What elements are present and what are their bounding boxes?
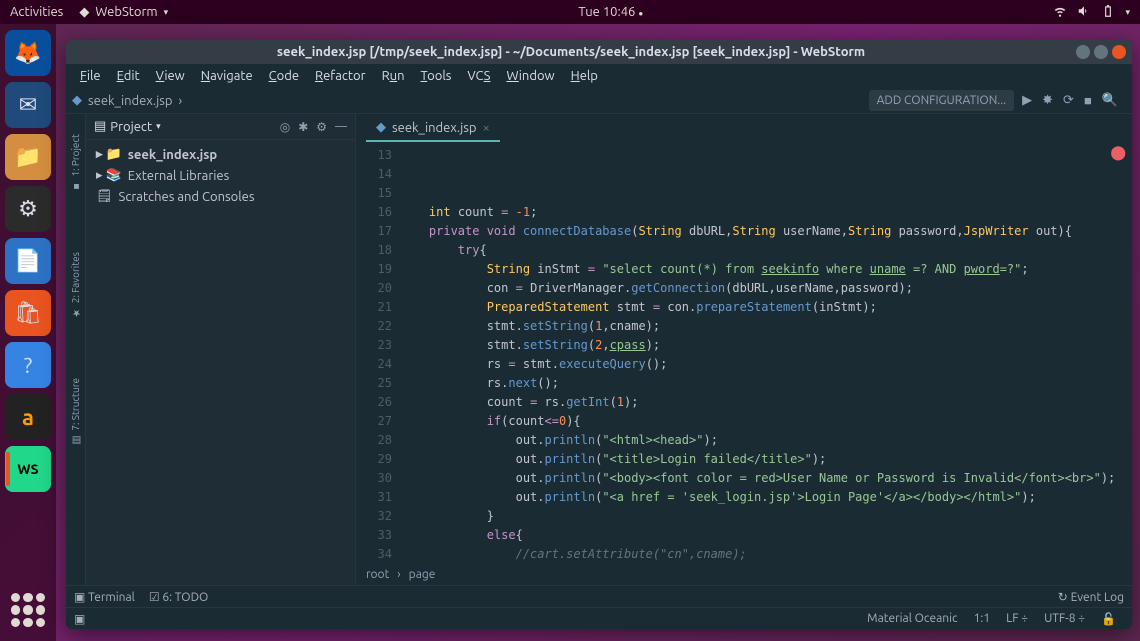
hide-icon[interactable]: — bbox=[335, 120, 347, 134]
status-caret-position[interactable]: 1:1 bbox=[966, 612, 999, 625]
menu-help[interactable]: Help bbox=[565, 67, 604, 85]
launcher-writer[interactable]: 📄 bbox=[5, 238, 51, 284]
window-title: seek_index.jsp [/tmp/seek_index.jsp] - ~… bbox=[66, 45, 1076, 59]
tree-label: External Libraries bbox=[128, 169, 230, 183]
collapse-icon[interactable]: ✱ bbox=[298, 120, 308, 134]
error-stripe-icon[interactable]: ⬤ bbox=[1110, 144, 1126, 163]
app-menu[interactable]: ◆ WebStorm ▾ bbox=[79, 5, 168, 20]
todo-tool-button[interactable]: ☑ 6: TODO bbox=[149, 590, 209, 604]
tool-project-button[interactable]: ■1: Project bbox=[70, 134, 81, 192]
code-editor[interactable]: ⬤ int count = -1; private void connectDa… bbox=[400, 142, 1132, 563]
show-applications-button[interactable] bbox=[11, 593, 45, 627]
editor-breadcrumbs: root › page bbox=[356, 563, 1132, 585]
project-tree-item[interactable]: ▸ 📁 seek_index.jsp bbox=[92, 144, 349, 165]
menu-window[interactable]: Window bbox=[500, 67, 560, 85]
chevron-down-icon[interactable]: ▾ bbox=[156, 121, 161, 132]
menu-tools[interactable]: Tools bbox=[415, 67, 458, 85]
settings-icon[interactable]: ⚙ bbox=[316, 120, 327, 134]
status-line-separator[interactable]: LF ÷ bbox=[998, 612, 1036, 625]
status-theme[interactable]: Material Oceanic bbox=[859, 612, 965, 625]
menu-code[interactable]: Code bbox=[263, 67, 305, 85]
launcher-files[interactable]: 📁 bbox=[5, 134, 51, 180]
tree-label: Scratches and Consoles bbox=[119, 190, 255, 204]
editor-tab[interactable]: ◆ seek_index.jsp × bbox=[366, 115, 500, 142]
ubuntu-top-bar: Activities ◆ WebStorm ▾ Tue 10:46 ● ▾ bbox=[0, 0, 1140, 24]
launcher-help[interactable]: ? bbox=[5, 342, 51, 388]
maximize-button[interactable] bbox=[1094, 45, 1108, 59]
window-title-bar[interactable]: seek_index.jsp [/tmp/seek_index.jsp] - ~… bbox=[66, 40, 1132, 64]
menu-vcs[interactable]: VCS bbox=[461, 67, 496, 85]
minimize-button[interactable] bbox=[1076, 45, 1090, 59]
launcher-firefox[interactable]: 🦊 bbox=[5, 30, 51, 76]
menu-run[interactable]: Run bbox=[376, 67, 411, 85]
tool-windows-toggle-icon[interactable]: ▣ bbox=[74, 612, 85, 626]
clock[interactable]: Tue 10:46 ● bbox=[168, 5, 1053, 19]
menu-view[interactable]: View bbox=[150, 67, 191, 85]
menu-file[interactable]: File bbox=[74, 67, 107, 85]
tree-icon: ▸ 📁 bbox=[96, 147, 122, 162]
ubuntu-launcher: 🦊 ✉ 📁 ⚙ 📄 🛍 ? a WS bbox=[0, 24, 56, 641]
launcher-software[interactable]: 🛍 bbox=[5, 290, 51, 336]
jsp-file-icon: ◆ bbox=[72, 93, 82, 108]
battery-icon[interactable] bbox=[1101, 4, 1115, 21]
locate-icon[interactable]: ◎ bbox=[280, 120, 290, 134]
debug-icon[interactable]: ✸ bbox=[1042, 93, 1053, 108]
tool-structure-button[interactable]: ▤7: Structure bbox=[70, 378, 81, 446]
stop-icon[interactable]: ■ bbox=[1084, 93, 1092, 108]
project-tree-item[interactable]: 🗒 Scratches and Consoles bbox=[92, 186, 349, 207]
tree-icon: 🗒 bbox=[96, 189, 113, 204]
chevron-right-icon: › bbox=[179, 94, 183, 108]
chevron-down-icon[interactable]: ▾ bbox=[1125, 7, 1130, 18]
search-icon[interactable]: 🔍 bbox=[1102, 93, 1118, 108]
terminal-tool-button[interactable]: ▣ Terminal bbox=[74, 590, 135, 604]
crumb-root[interactable]: root bbox=[366, 568, 389, 581]
breadcrumb-item[interactable]: seek_index.jsp bbox=[88, 94, 173, 108]
gutter-line-numbers: 1314151617181920212223242526272829303132… bbox=[356, 142, 400, 563]
status-bar: ▣ Material Oceanic 1:1 LF ÷ UTF-8 ÷ 🔓 bbox=[66, 607, 1132, 629]
launcher-rhythmbox[interactable]: ⚙ bbox=[5, 186, 51, 232]
menu-edit[interactable]: Edit bbox=[111, 67, 146, 85]
menu-refactor[interactable]: Refactor bbox=[309, 67, 372, 85]
navigation-bar: ◆ seek_index.jsp › ADD CONFIGURATION... … bbox=[66, 88, 1132, 114]
tool-window-stripe-left: ■1: Project ★2: Favorites ▤7: Structure bbox=[66, 114, 86, 585]
status-encoding[interactable]: UTF-8 ÷ bbox=[1036, 612, 1093, 625]
close-button[interactable] bbox=[1112, 45, 1126, 59]
tree-label: seek_index.jsp bbox=[128, 148, 217, 162]
add-configuration-button[interactable]: ADD CONFIGURATION... bbox=[869, 90, 1015, 111]
volume-icon[interactable] bbox=[1077, 4, 1091, 21]
tool-favorites-button[interactable]: ★2: Favorites bbox=[70, 252, 81, 318]
menu-navigate[interactable]: Navigate bbox=[195, 67, 259, 85]
jsp-file-icon: ◆ bbox=[376, 120, 386, 135]
webstorm-window: seek_index.jsp [/tmp/seek_index.jsp] - ~… bbox=[66, 40, 1132, 629]
chevron-right-icon: › bbox=[397, 568, 400, 581]
project-view-label[interactable]: Project bbox=[110, 120, 152, 134]
webstorm-icon: ◆ bbox=[79, 5, 89, 20]
editor-area: ◆ seek_index.jsp × 131415161718192021222… bbox=[356, 114, 1132, 585]
menu-bar: File Edit View Navigate Code Refactor Ru… bbox=[66, 64, 1132, 88]
project-tree-item[interactable]: ▸ 📚 External Libraries bbox=[92, 165, 349, 186]
close-tab-icon[interactable]: × bbox=[483, 121, 490, 135]
app-menu-label: WebStorm bbox=[95, 5, 157, 19]
launcher-thunderbird[interactable]: ✉ bbox=[5, 82, 51, 128]
project-view-icon: ▤ bbox=[94, 119, 106, 134]
tree-icon: ▸ 📚 bbox=[96, 168, 122, 183]
launcher-amazon[interactable]: a bbox=[5, 394, 51, 440]
status-readonly-icon[interactable]: 🔓 bbox=[1093, 612, 1124, 626]
project-tool-window: ▤ Project ▾ ◎ ✱ ⚙ — ▸ 📁 seek_index.jsp ▸ 📚… bbox=[86, 114, 356, 585]
run-with-coverage-icon[interactable]: ⟳ bbox=[1063, 93, 1074, 108]
run-icon[interactable]: ▶ bbox=[1022, 93, 1032, 108]
event-log-button[interactable]: ↻ Event Log bbox=[1058, 590, 1124, 604]
tool-window-stripe-bottom: ▣ Terminal ☑ 6: TODO ↻ Event Log bbox=[66, 585, 1132, 607]
launcher-webstorm[interactable]: WS bbox=[5, 446, 51, 492]
tab-label: seek_index.jsp bbox=[392, 121, 477, 135]
activities-button[interactable]: Activities bbox=[10, 5, 63, 19]
crumb-page[interactable]: page bbox=[409, 568, 436, 581]
wifi-icon[interactable] bbox=[1053, 4, 1067, 21]
